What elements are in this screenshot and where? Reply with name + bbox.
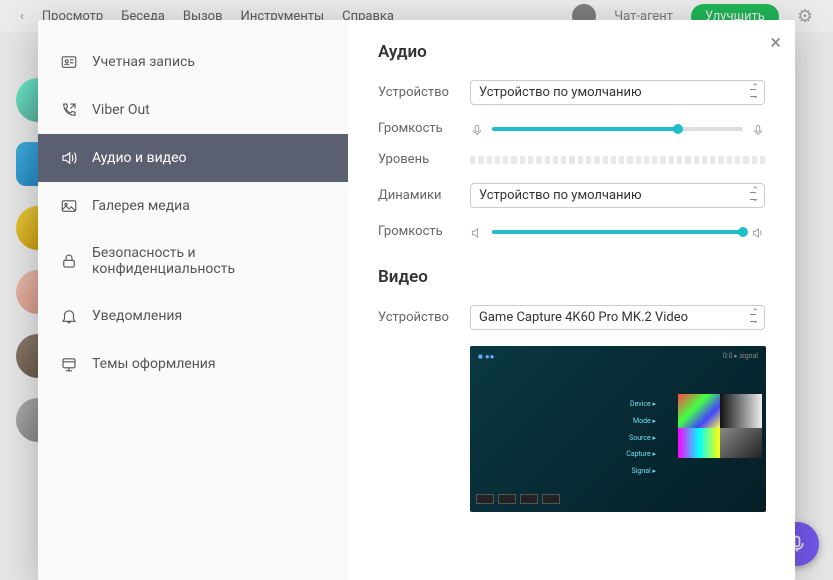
sidebar-item-themes[interactable]: Темы оформления <box>38 340 348 388</box>
phone-out-icon <box>60 101 78 119</box>
sidebar-item-label: Аудио и видео <box>92 150 187 166</box>
mic-volume-label: Громкость <box>378 121 470 136</box>
sidebar-item-account[interactable]: Учетная запись <box>38 38 348 86</box>
settings-modal: Учетная запись Viber Out Аудио и видео Г… <box>38 20 795 580</box>
sidebar-item-label: Галерея медиа <box>92 198 190 214</box>
sidebar-item-label: Уведомления <box>92 308 182 324</box>
speaker-volume-label: Громкость <box>378 224 470 239</box>
speaker-volume-slider[interactable] <box>492 230 743 234</box>
speaker-low-icon <box>470 225 484 239</box>
sidebar-item-media[interactable]: Галерея медиа <box>38 182 348 230</box>
theme-icon <box>60 355 78 373</box>
select-value: Устройство по умолчанию <box>479 188 642 203</box>
level-label: Уровень <box>378 152 470 167</box>
video-device-label: Устройство <box>378 310 470 325</box>
speakers-select[interactable]: Устройство по умолчанию ⌃⌄ <box>470 183 765 208</box>
mic-low-icon <box>470 122 484 136</box>
sidebar-item-audio-video[interactable]: Аудио и видео <box>38 134 348 182</box>
select-value: Game Capture 4K60 Pro MK.2 Video <box>479 310 688 325</box>
mic-volume-slider[interactable] <box>492 127 743 131</box>
video-preview: ■ ●● 0:0 ▸ signal Device ▸Mode ▸Source ▸… <box>470 346 766 512</box>
sidebar-item-label: Безопасность и конфиденциальность <box>92 245 326 277</box>
audio-device-select[interactable]: Устройство по умолчанию ⌃⌄ <box>470 80 765 105</box>
image-icon <box>60 197 78 215</box>
sidebar-item-label: Учетная запись <box>92 54 195 70</box>
speakers-label: Динамики <box>378 188 470 203</box>
bell-icon <box>60 307 78 325</box>
video-device-select[interactable]: Game Capture 4K60 Pro MK.2 Video ⌃⌄ <box>470 305 765 330</box>
sidebar-item-notifications[interactable]: Уведомления <box>38 292 348 340</box>
speaker-high-icon <box>751 225 765 239</box>
sidebar-item-label: Темы оформления <box>92 356 216 372</box>
settings-sidebar: Учетная запись Viber Out Аудио и видео Г… <box>38 20 348 580</box>
mic-high-icon <box>751 122 765 136</box>
level-meter <box>470 156 765 164</box>
sidebar-item-viberout[interactable]: Viber Out <box>38 86 348 134</box>
video-section-title: Видео <box>378 267 765 287</box>
speaker-icon <box>60 149 78 167</box>
close-button[interactable]: × <box>770 32 781 52</box>
audio-section-title: Аудио <box>378 42 765 62</box>
sidebar-item-security[interactable]: Безопасность и конфиденциальность <box>38 230 348 292</box>
lock-icon <box>60 252 78 270</box>
id-card-icon <box>60 53 78 71</box>
sidebar-item-label: Viber Out <box>92 102 150 118</box>
select-value: Устройство по умолчанию <box>479 85 642 100</box>
audio-device-label: Устройство <box>378 85 470 100</box>
settings-content: × Аудио Устройство Устройство по умолчан… <box>348 20 795 580</box>
